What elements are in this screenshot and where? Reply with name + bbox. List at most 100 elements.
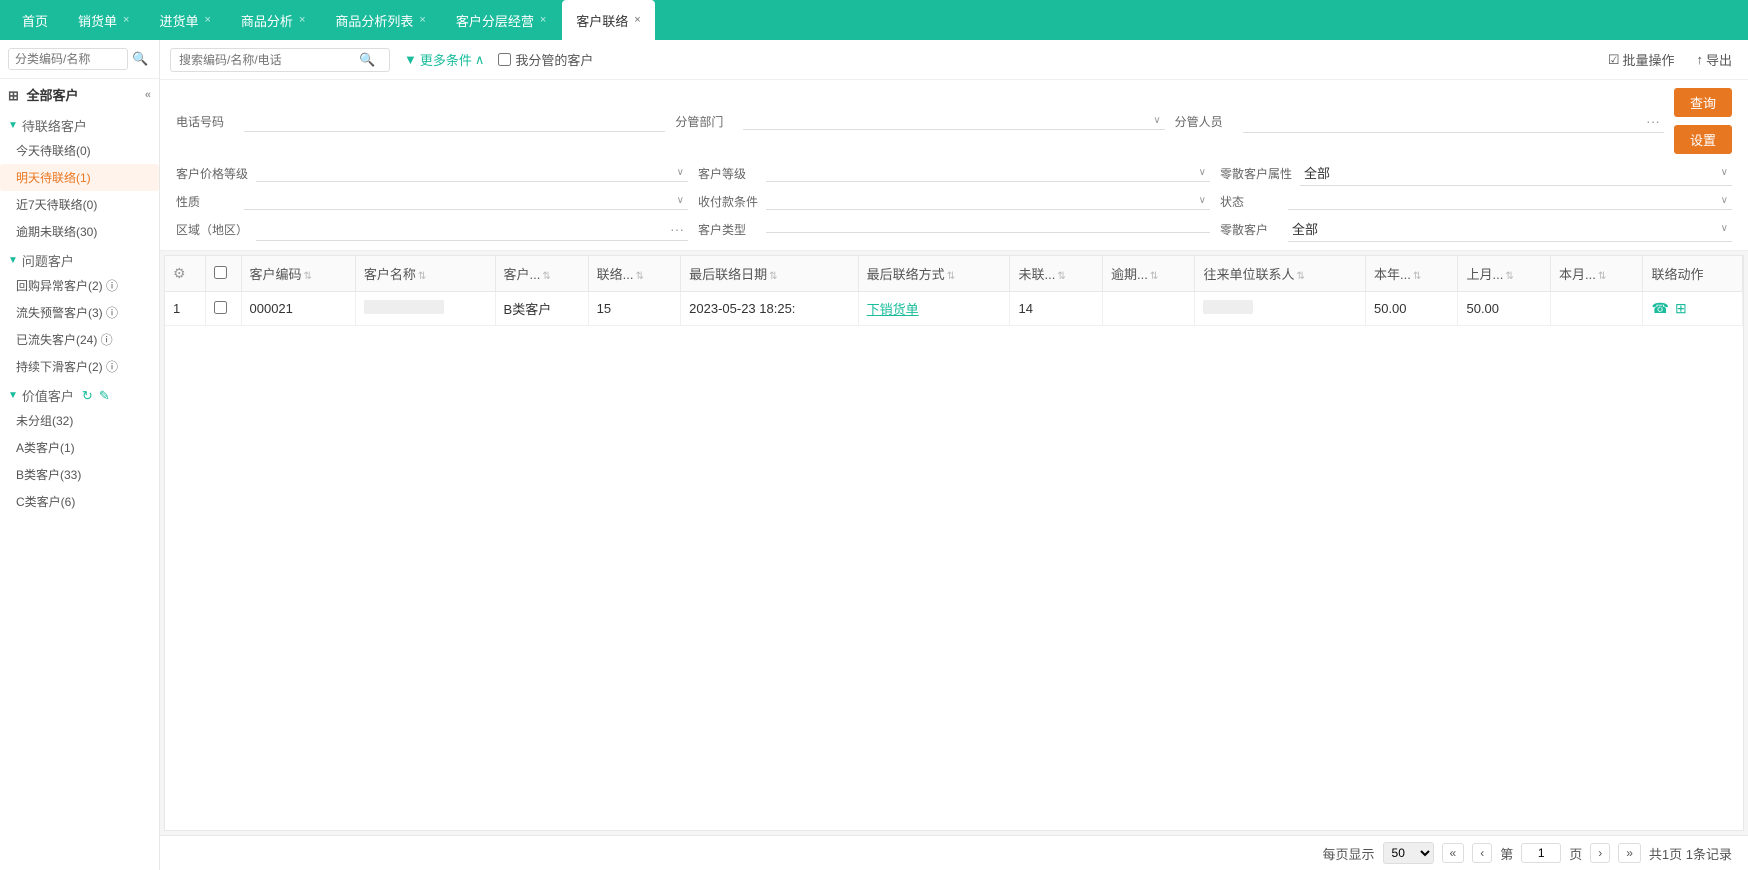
filter-retail-attr: 零散客户属性 全部∨ [1220, 160, 1732, 186]
nav-analysis-list[interactable]: 商品分析列表 × [321, 0, 439, 40]
toolbar: 🔍 ▼ 更多条件 ∧ 我分管的客户 ☑ 批量操作 ↑ 导出 [160, 40, 1748, 80]
sidebar-item-declining[interactable]: 持续下滑客户(2) ⓘ [0, 353, 159, 380]
filter-region-select[interactable]: ··· [256, 218, 688, 241]
cell-contact-count: 15 [588, 292, 681, 326]
filter-more-btn[interactable]: ▼ 更多条件 ∧ [398, 46, 490, 73]
next-page-btn[interactable]: › [1590, 843, 1610, 863]
sidebar-item-ungrouped[interactable]: 未分组(32) [0, 407, 159, 434]
close-customer-contact-icon[interactable]: × [634, 14, 640, 26]
sidebar-group-value: ▼ 价值客户 ↻ ✎ [0, 380, 159, 407]
sidebar-collapse-icon[interactable]: « [145, 89, 151, 101]
pagination: 每页显示 50 100 200 « ‹ 第 页 › » 共1页 1条记录 [160, 835, 1748, 870]
contact-action-icon[interactable]: ☎ [1651, 300, 1668, 317]
col-not-contact: 未联...⇅ [1010, 256, 1103, 292]
nav-purchase[interactable]: 进货单 × [145, 0, 224, 40]
sidebar-item-overdue[interactable]: 逾期未联络(30) [0, 218, 159, 245]
close-analysis-icon[interactable]: × [299, 14, 305, 26]
filter-phone-input[interactable] [244, 111, 665, 132]
toolbar-search-box: 🔍 [170, 48, 390, 72]
export-btn[interactable]: ↑ 导出 [1690, 47, 1738, 72]
filter-customer-level-select[interactable]: ∨ [766, 164, 1210, 182]
col-checkbox [205, 256, 241, 292]
toolbar-search-icon[interactable]: 🔍 [359, 52, 375, 68]
sidebar-item-class-a[interactable]: A类客户(1) [0, 434, 159, 461]
sidebar-item-class-b[interactable]: B类客户(33) [0, 461, 159, 488]
first-page-btn[interactable]: « [1442, 843, 1465, 863]
filter-person-select[interactable]: ··· [1243, 110, 1664, 133]
my-customers-checkbox-area: 我分管的客户 [498, 50, 593, 69]
sort-last-date-icon[interactable]: ⇅ [769, 271, 777, 282]
filter-customer-type-select[interactable] [766, 226, 1210, 233]
sidebar-search-icon[interactable]: 🔍 [132, 51, 148, 67]
col-settings: ⚙ [165, 256, 205, 292]
filter-chevron: ∧ [475, 52, 485, 68]
filter-retail-customer-select[interactable]: 全部∨ [1288, 216, 1732, 242]
nav-customer-contact[interactable]: 客户联络 × [562, 0, 654, 40]
sidebar-item-abnormal[interactable]: 回购异常客户(2) ⓘ [0, 272, 159, 299]
sidebar-item-churn-warning[interactable]: 流失预警客户(3) ⓘ [0, 299, 159, 326]
prev-page-btn[interactable]: ‹ [1472, 843, 1492, 863]
sidebar-search-input[interactable] [8, 48, 128, 70]
filter-payment: 收付款条件 ∨ [698, 192, 1210, 210]
filter-gender-select[interactable]: ∨ [244, 192, 688, 210]
sidebar-item-7days[interactable]: 近7天待联络(0) [0, 191, 159, 218]
edit-icon[interactable]: ✎ [99, 388, 110, 404]
settings-icon[interactable]: ⚙ [173, 265, 186, 281]
sort-last-month-icon[interactable]: ⇅ [1505, 271, 1513, 282]
sort-overdue-icon[interactable]: ⇅ [1150, 271, 1158, 282]
batch-btn[interactable]: ☑ 批量操作 [1602, 47, 1681, 72]
close-analysis-list-icon[interactable]: × [419, 14, 425, 26]
filter-retail-attr-select[interactable]: 全部∨ [1300, 160, 1732, 186]
filter-value-level: 客户价格等级 ∨ [176, 164, 688, 182]
filter-gender: 性质 ∨ [176, 192, 688, 210]
select-all-checkbox[interactable] [214, 266, 227, 279]
close-customer-tier-icon[interactable]: × [540, 14, 546, 26]
cell-this-month [1550, 292, 1643, 326]
sidebar-item-churned[interactable]: 已流失客户(24) ⓘ [0, 326, 159, 353]
nav-customer-tier[interactable]: 客户分层经营 × [442, 0, 560, 40]
col-last-method: 最后联络方式⇅ [858, 256, 1010, 292]
sort-last-method-icon[interactable]: ⇅ [947, 271, 955, 282]
col-this-year: 本年...⇅ [1365, 256, 1458, 292]
refresh-icon[interactable]: ↻ [82, 388, 93, 404]
sort-this-month-icon[interactable]: ⇅ [1598, 271, 1606, 282]
row-checkbox[interactable] [214, 301, 227, 314]
sidebar-item-today[interactable]: 今天待联络(0) [0, 137, 159, 164]
col-last-month: 上月...⇅ [1458, 256, 1551, 292]
contact-person-blurred [1203, 300, 1253, 314]
nav-home[interactable]: 首页 [8, 0, 62, 40]
sidebar-all-customers[interactable]: ⊞ 全部客户 « [0, 79, 159, 110]
nav-analysis[interactable]: 商品分析 × [227, 0, 319, 40]
cell-index: 1 [165, 292, 205, 326]
query-btn[interactable]: 查询 [1674, 88, 1732, 117]
close-purchase-icon[interactable]: × [204, 14, 210, 26]
toolbar-search-input[interactable] [179, 53, 359, 67]
sidebar-item-class-c[interactable]: C类客户(6) [0, 488, 159, 515]
sort-code-icon[interactable]: ⇅ [304, 271, 312, 282]
filter-dept-select[interactable]: ∨ [743, 112, 1164, 130]
more-action-icon[interactable]: ⊞ [1675, 300, 1687, 317]
my-customers-checkbox[interactable] [498, 53, 511, 66]
sort-this-year-icon[interactable]: ⇅ [1413, 271, 1421, 282]
last-method-link[interactable]: 下销货单 [867, 302, 919, 317]
cell-not-contact: 14 [1010, 292, 1103, 326]
nav-sales[interactable]: 销货单 × [64, 0, 143, 40]
filter-value-level-select[interactable]: ∨ [256, 164, 688, 182]
sidebar-item-tomorrow[interactable]: 明天待联络(1) [0, 164, 159, 191]
page-size-select[interactable]: 50 100 200 [1383, 842, 1434, 864]
filter-status-select[interactable]: ∨ [1288, 192, 1732, 210]
page-input[interactable] [1521, 843, 1561, 863]
sort-contact-icon[interactable]: ⇅ [636, 271, 644, 282]
sort-type-icon[interactable]: ⇅ [542, 271, 550, 282]
filter-customer-type: 客户类型 [698, 221, 1210, 238]
close-sales-icon[interactable]: × [123, 14, 129, 26]
filter-dept: 分管部门 ∨ [675, 112, 1164, 130]
sort-not-contact-icon[interactable]: ⇅ [1057, 271, 1065, 282]
sort-name-icon[interactable]: ⇅ [418, 271, 426, 282]
cell-actions: ☎ ⊞ [1643, 292, 1743, 326]
sort-person-icon[interactable]: ⇅ [1296, 271, 1304, 282]
toolbar-right: ☑ 批量操作 ↑ 导出 [1602, 47, 1738, 72]
last-page-btn[interactable]: » [1618, 843, 1641, 863]
filter-payment-select[interactable]: ∨ [766, 192, 1210, 210]
set-btn[interactable]: 设置 [1674, 125, 1732, 154]
